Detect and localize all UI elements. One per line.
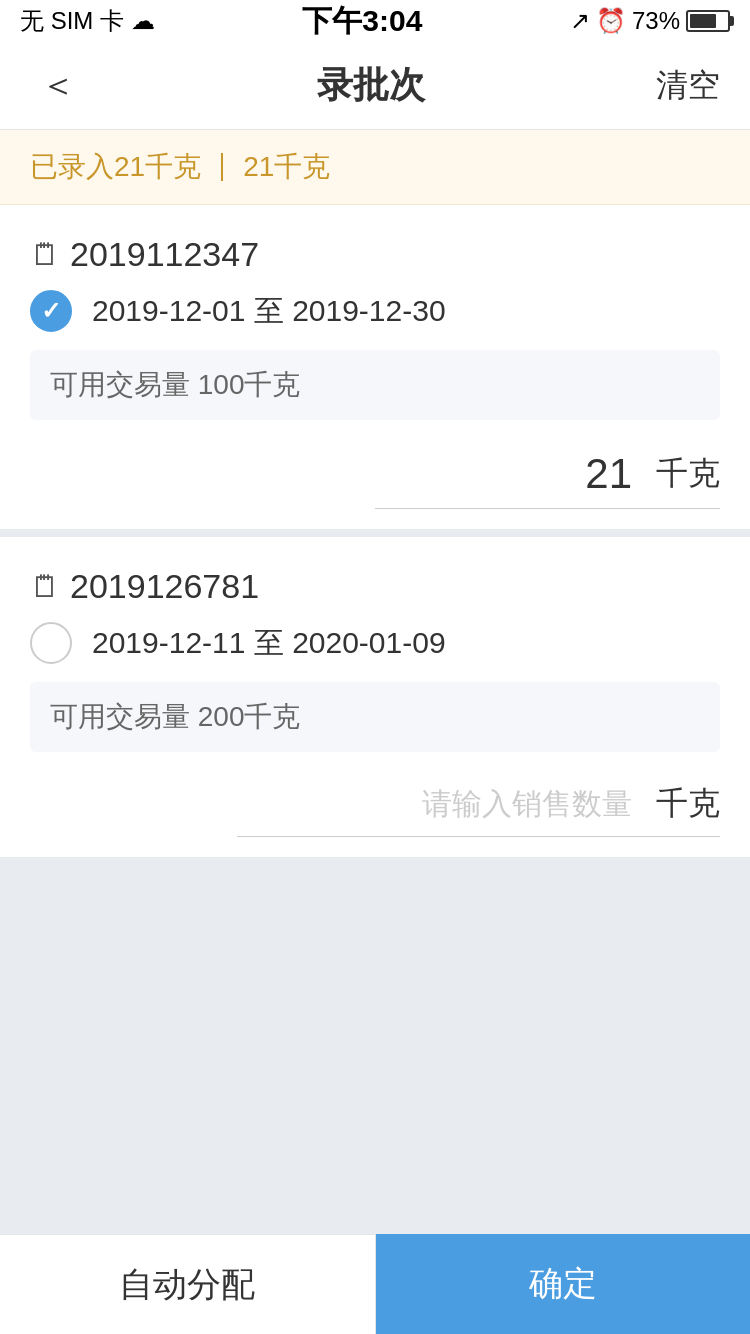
confirm-button[interactable]: 确定 <box>376 1234 751 1334</box>
batch-2-radio[interactable] <box>30 622 72 664</box>
batch-1-unit: 千克 <box>656 452 720 496</box>
auto-distribute-button[interactable]: 自动分配 <box>0 1234 376 1334</box>
batch-1-row: 2019-12-01 至 2019-12-30 <box>30 290 720 332</box>
batch-1-icon: 🗒 <box>30 238 60 272</box>
batch-2-number: 2019126781 <box>70 567 259 606</box>
sim-label: 无 SIM 卡 ☁ <box>20 5 155 37</box>
status-time: 下午3:04 <box>302 1 422 42</box>
bottom-bar: 自动分配 确定 <box>0 1234 750 1334</box>
batch-2-date: 2019-12-11 至 2020-01-09 <box>92 623 446 664</box>
battery-icon <box>686 10 730 32</box>
batch-2-input-placeholder[interactable]: 请输入销售数量 <box>422 784 632 825</box>
batch-1-qty-row: 21 千克 <box>30 450 720 508</box>
batch-2-input-section: 请输入销售数量 千克 <box>0 772 750 857</box>
batch-1-qty-section: 21 千克 <box>0 440 750 529</box>
batch-1-avail-text: 可用交易量 100千克 <box>50 369 301 400</box>
batch-2-underline <box>237 836 720 837</box>
batch-1-radio[interactable] <box>30 290 72 332</box>
clear-button[interactable]: 清空 <box>656 64 720 108</box>
batch-2-header: 🗒 2019126781 <box>30 567 720 606</box>
info-divider <box>221 153 223 181</box>
nav-bar: ＜ 录批次 清空 <box>0 42 750 130</box>
batch-2-input-row: 请输入销售数量 千克 <box>30 782 720 836</box>
batch-1-number: 2019112347 <box>70 235 259 274</box>
batch-2-avail-box: 可用交易量 200千克 <box>30 682 720 752</box>
page-title: 录批次 <box>317 61 425 110</box>
batch-1-underline <box>375 508 720 509</box>
batch-2-avail-text: 可用交易量 200千克 <box>50 701 301 732</box>
batch-1-avail-box: 可用交易量 100千克 <box>30 350 720 420</box>
alarm-icon: ⏰ <box>596 7 626 35</box>
batch-2-card: 🗒 2019126781 2019-12-11 至 2020-01-09 可用交… <box>0 537 750 752</box>
batch-1-card: 🗒 2019112347 2019-12-01 至 2019-12-30 可用交… <box>0 205 750 420</box>
batch-2-row: 2019-12-11 至 2020-01-09 <box>30 622 720 664</box>
batch-1-section: 🗒 2019112347 2019-12-01 至 2019-12-30 可用交… <box>0 205 750 529</box>
batch-2-unit: 千克 <box>656 782 720 826</box>
batch-2-section: 🗒 2019126781 2019-12-11 至 2020-01-09 可用交… <box>0 537 750 857</box>
battery-percent: 73% <box>632 7 680 35</box>
status-bar: 无 SIM 卡 ☁ 下午3:04 ↗ ⏰ 73% <box>0 0 750 42</box>
status-right: ↗ ⏰ 73% <box>570 7 730 35</box>
section-separator-1 <box>0 529 750 537</box>
recorded-label: 已录入21千克 <box>30 148 201 186</box>
recorded-value: 21千克 <box>243 148 330 186</box>
batch-1-quantity: 21 <box>585 450 632 498</box>
batch-1-header: 🗒 2019112347 <box>30 235 720 274</box>
batch-1-date: 2019-12-01 至 2019-12-30 <box>92 291 446 332</box>
batch-2-icon: 🗒 <box>30 570 60 604</box>
location-icon: ↗ <box>570 7 590 35</box>
back-button[interactable]: ＜ <box>30 51 86 120</box>
info-bar: 已录入21千克 21千克 <box>0 130 750 205</box>
status-left: 无 SIM 卡 ☁ <box>20 5 155 37</box>
